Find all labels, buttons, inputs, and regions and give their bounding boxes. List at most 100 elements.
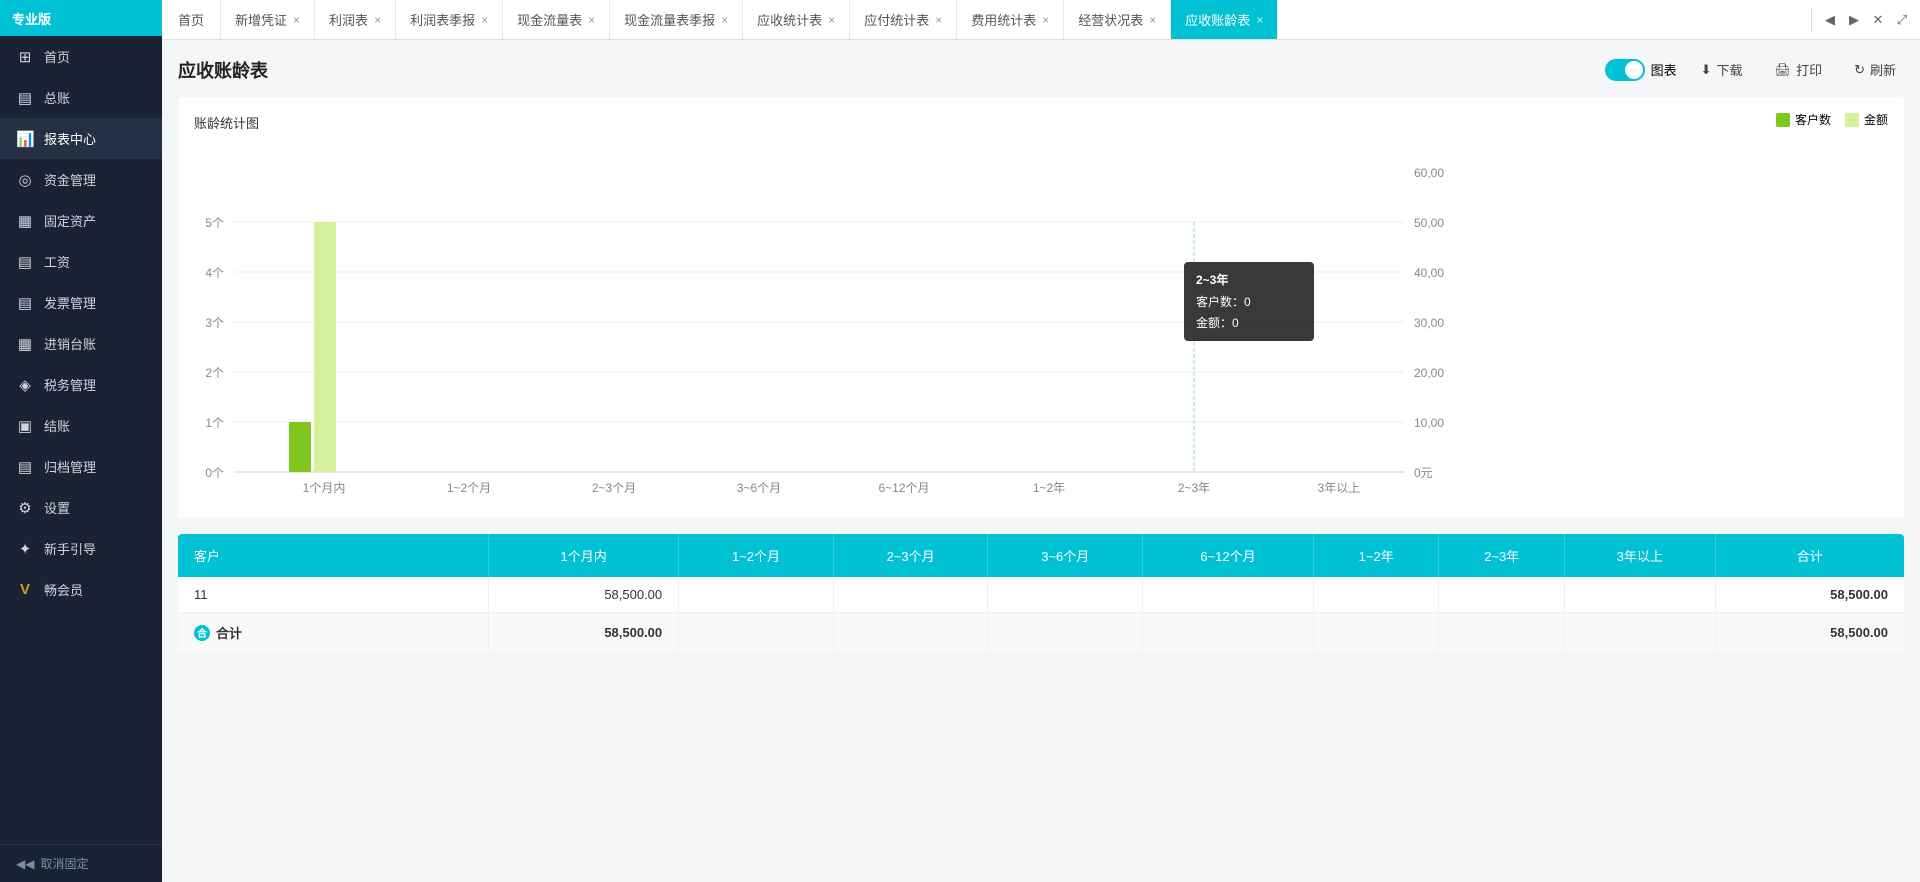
sidebar-item-guide[interactable]: ✦ 新手引导 (0, 528, 162, 569)
legend-customers-dot (1776, 113, 1790, 127)
cell-m23 (833, 577, 988, 613)
vip-icon: V (16, 581, 34, 598)
tab-close-icon[interactable]: × (1042, 14, 1049, 26)
sidebar-item-invoice[interactable]: ▤ 发票管理 (0, 282, 162, 323)
funds-icon: ◎ (16, 171, 34, 189)
tab-close-icon[interactable]: × (721, 14, 728, 26)
archive-icon: ▤ (16, 458, 34, 476)
col-header-customer: 客户 (178, 534, 489, 577)
sidebar-item-close[interactable]: ▣ 结账 (0, 405, 162, 446)
svg-text:20,000.00元: 20,000.00元 (1414, 366, 1444, 380)
tab-receivable-stats[interactable]: 应收统计表 × (743, 0, 850, 40)
cell-m1: 58,500.00 (489, 577, 679, 613)
tab-receivable-aging[interactable]: 应收账龄表 × (1171, 0, 1278, 40)
assets-icon: ▦ (16, 212, 34, 230)
table-header-row: 客户 1个月内 1~2个月 2~3个月 3~6个月 6~12个月 1~2年 2~… (178, 534, 1904, 577)
tab-close-icon[interactable]: × (293, 14, 300, 26)
tab-prev-button[interactable]: ◀ (1818, 8, 1842, 32)
reports-icon: 📊 (16, 130, 34, 148)
svg-text:1个月内: 1个月内 (303, 481, 346, 495)
data-table: 客户 1个月内 1~2个月 2~3个月 3~6个月 6~12个月 1~2年 2~… (178, 534, 1904, 653)
sidebar-item-settings[interactable]: ⚙ 设置 (0, 487, 162, 528)
tab-close-icon[interactable]: × (828, 14, 835, 26)
sidebar-item-label: 新手引导 (44, 539, 96, 558)
sidebar-item-label: 报表中心 (44, 129, 96, 148)
total-cell-y12 (1313, 613, 1439, 653)
tab-close-all-button[interactable]: ✕ (1866, 8, 1890, 32)
bar-amount-0 (314, 222, 336, 472)
svg-text:2个: 2个 (205, 366, 224, 380)
sidebar-item-label: 税务管理 (44, 375, 96, 394)
svg-text:1~2个月: 1~2个月 (447, 481, 491, 495)
chart-svg-wrapper: 0个 1个 2个 3个 4个 5个 0元 10,000.00元 20,000.0… (194, 142, 1888, 502)
sidebar-item-reports[interactable]: 📊 报表中心 (0, 118, 162, 159)
legend-amount-label: 金额 (1864, 111, 1888, 128)
sidebar-item-funds[interactable]: ◎ 资金管理 (0, 159, 162, 200)
tab-fullscreen-button[interactable]: ⤢ (1890, 8, 1914, 32)
tab-home[interactable]: 首页 (162, 0, 221, 40)
sidebar-item-ledger[interactable]: ▤ 总账 (0, 77, 162, 118)
tab-close-icon[interactable]: × (1256, 14, 1263, 26)
svg-text:30,000.00元: 30,000.00元 (1414, 316, 1444, 330)
cell-m612 (1143, 577, 1314, 613)
col-header-y23: 2~3年 (1439, 534, 1565, 577)
tab-close-icon[interactable]: × (1149, 14, 1156, 26)
tab-cashflow-quarter[interactable]: 现金流量表季报 × (610, 0, 743, 40)
refresh-button[interactable]: ↻ 刷新 (1846, 56, 1904, 83)
download-button[interactable]: ⬇ 下载 (1693, 56, 1751, 83)
total-cell-m12 (679, 613, 834, 653)
sidebar-item-salary[interactable]: ▤ 工资 (0, 241, 162, 282)
toggle-track[interactable] (1605, 59, 1645, 81)
tab-profit-quarter[interactable]: 利润表季报 × (396, 0, 503, 40)
tab-expense-stats[interactable]: 费用统计表 × (957, 0, 1064, 40)
tab-close-icon[interactable]: × (481, 14, 488, 26)
tab-payable-stats[interactable]: 应付统计表 × (850, 0, 957, 40)
page-title: 应收账龄表 (178, 57, 268, 83)
sidebar-item-label: 进销台账 (44, 334, 96, 353)
refresh-label: 刷新 (1870, 60, 1896, 79)
sidebar-item-tax[interactable]: ◈ 税务管理 (0, 364, 162, 405)
header-actions: 图表 ⬇ 下载 🖨 打印 ↻ 刷新 (1605, 56, 1904, 83)
main-area: 首页 新增凭证 × 利润表 × 利润表季报 × 现金流量表 × 现金流量表季报 … (162, 0, 1920, 882)
tab-close-icon[interactable]: × (935, 14, 942, 26)
page-header: 应收账龄表 图表 ⬇ 下载 🖨 打印 ↻ 刷新 (178, 56, 1904, 83)
tab-close-icon[interactable]: × (374, 14, 381, 26)
tab-next-button[interactable]: ▶ (1842, 8, 1866, 32)
chart-toggle[interactable]: 图表 (1605, 59, 1677, 81)
tab-operation[interactable]: 经营状况表 × (1064, 0, 1171, 40)
sidebar-item-vip[interactable]: V 畅会员 (0, 569, 162, 610)
svg-text:40,000.00元: 40,000.00元 (1414, 266, 1444, 280)
ledger-icon: ▤ (16, 89, 34, 107)
total-cell-m23 (833, 613, 988, 653)
tab-close-icon[interactable]: × (588, 14, 595, 26)
tab-profit[interactable]: 利润表 × (315, 0, 396, 40)
sidebar-item-stock[interactable]: ▦ 进销台账 (0, 323, 162, 364)
sidebar-item-home[interactable]: ⊞ 首页 (0, 36, 162, 77)
col-header-m36: 3~6个月 (988, 534, 1143, 577)
col-header-m12: 1~2个月 (679, 534, 834, 577)
print-button[interactable]: 🖨 打印 (1767, 56, 1831, 83)
total-cell-m612 (1143, 613, 1314, 653)
content-area: 应收账龄表 图表 ⬇ 下载 🖨 打印 ↻ 刷新 (162, 40, 1920, 882)
download-label: 下载 (1717, 60, 1743, 79)
cell-y12 (1313, 577, 1439, 613)
tab-nav-buttons: ◀ ▶ ✕ ⤢ (1811, 8, 1920, 32)
sidebar-item-archive[interactable]: ▤ 归档管理 (0, 446, 162, 487)
sidebar-item-label: 资金管理 (44, 170, 96, 189)
sidebar-item-assets[interactable]: ▦ 固定资产 (0, 200, 162, 241)
sidebar-item-label: 畅会员 (44, 580, 83, 599)
tab-cashflow[interactable]: 现金流量表 × (503, 0, 610, 40)
cell-y3plus (1564, 577, 1715, 613)
svg-text:10,000.00元: 10,000.00元 (1414, 416, 1444, 430)
close-ledger-icon: ▣ (16, 417, 34, 435)
svg-text:5个: 5个 (205, 216, 224, 230)
tab-list: 首页 新增凭证 × 利润表 × 利润表季报 × 现金流量表 × 现金流量表季报 … (162, 0, 1811, 40)
chart-svg: 0个 1个 2个 3个 4个 5个 0元 10,000.00元 20,000.0… (194, 142, 1444, 502)
total-cell-y3plus (1564, 613, 1715, 653)
sidebar-pin-toggle[interactable]: ◀◀ 取消固定 (0, 844, 162, 882)
tab-new-voucher[interactable]: 新增凭证 × (221, 0, 315, 40)
sidebar-item-label: 总账 (44, 88, 70, 107)
col-header-total: 合计 (1715, 534, 1904, 577)
total-cell-y23 (1439, 613, 1565, 653)
svg-text:3~6个月: 3~6个月 (737, 481, 781, 495)
